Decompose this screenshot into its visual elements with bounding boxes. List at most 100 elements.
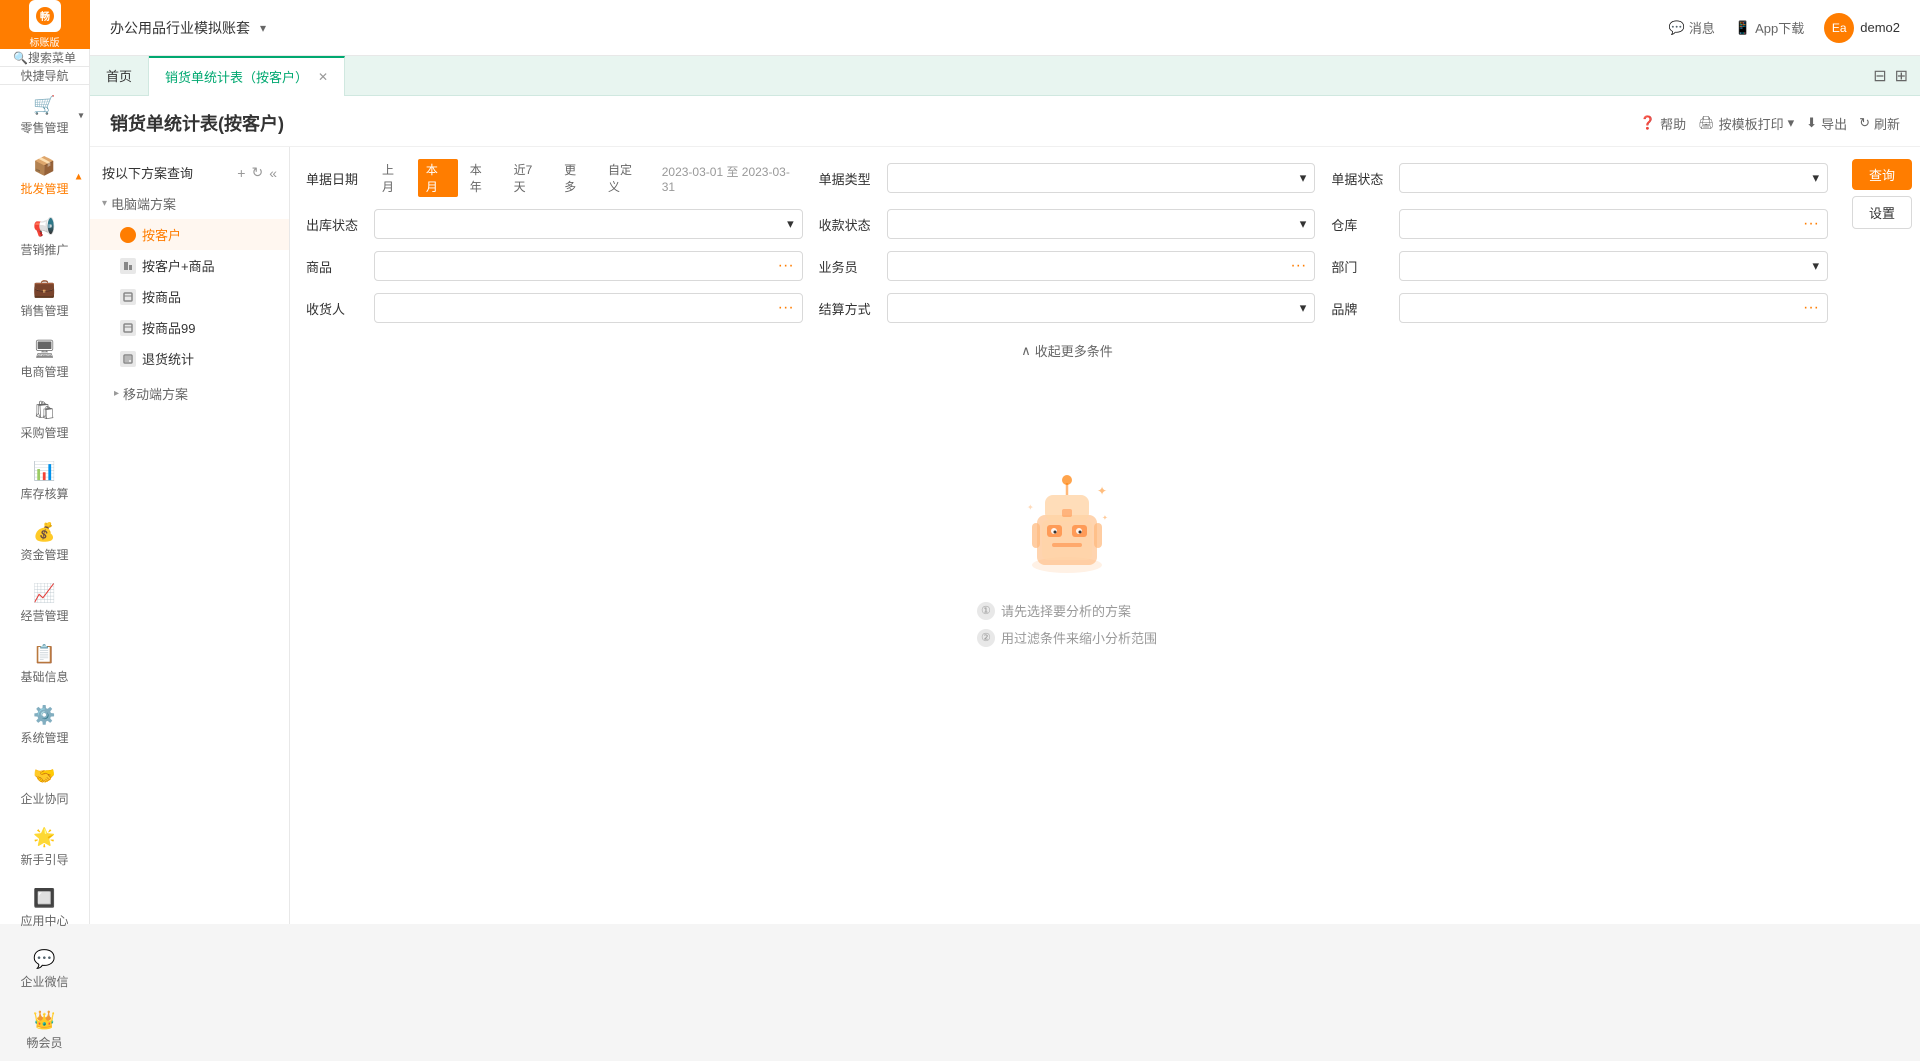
sidebar-item-sales[interactable]: 💼 销售管理 xyxy=(0,268,90,329)
filter-order-status: 单据状态 xyxy=(1331,163,1828,193)
filter-row-3: 商品 ··· 业务员 ··· xyxy=(306,251,1828,281)
sidebar-item-system[interactable]: ⚙️ 系统管理 xyxy=(0,695,90,756)
refresh-button[interactable]: ↻ 刷新 xyxy=(1859,114,1900,133)
sidebar-item-marketing[interactable]: 📢 营销推广 xyxy=(0,207,90,268)
scheme-group-desktop-header[interactable]: 电脑端方案 xyxy=(90,188,289,219)
date-tab-custom[interactable]: 自定义 xyxy=(600,159,652,197)
export-icon: ⬇ xyxy=(1806,115,1817,131)
scheme-group-mobile: 移动端方案 xyxy=(90,378,289,409)
scheme-refresh-icon[interactable]: ↻ xyxy=(251,164,263,181)
sales-icon: 💼 xyxy=(33,278,55,299)
sidebar-item-inventory[interactable]: 📊 库存核算 xyxy=(0,451,90,512)
scheme-item-return-stats[interactable]: 退货统计 xyxy=(90,343,289,374)
inventory-icon: 📊 xyxy=(33,461,55,482)
sidebar-item-ecommerce[interactable]: 🖥 电商管理 xyxy=(0,329,90,390)
tab-maximize-icon[interactable]: ⊞ xyxy=(1895,66,1908,86)
scheme-item-by-product[interactable]: 按商品 xyxy=(90,281,289,312)
receiver-select[interactable]: ··· xyxy=(374,293,803,323)
return-scheme-icon xyxy=(120,351,136,367)
sidebar-item-apps[interactable]: 🔲 应用中心 xyxy=(0,878,90,939)
header-app-download[interactable]: 📱 App下载 xyxy=(1735,18,1804,37)
out-status-select[interactable] xyxy=(374,209,803,239)
date-tab-7days[interactable]: 近7天 xyxy=(506,159,553,197)
header-title: 办公用品行业模拟账套 xyxy=(110,18,250,38)
filter-payment-status: 收款状态 xyxy=(819,209,1316,239)
tab-sales-stats[interactable]: 销货单统计表（按客户） ✕ xyxy=(149,56,345,96)
settlement-chevron xyxy=(1300,300,1307,316)
filter-salesperson: 业务员 ··· xyxy=(819,251,1316,281)
page-content: 销货单统计表(按客户) ❓ 帮助 🖨 按模板打印 ⬇ 导出 ↻ 刷新 xyxy=(90,96,1920,924)
collapse-bar[interactable]: ∧ 收起更多条件 xyxy=(306,335,1828,366)
export-button[interactable]: ⬇ 导出 xyxy=(1806,114,1847,133)
sidebar-item-purchase[interactable]: 🛍 采购管理 xyxy=(0,390,90,451)
date-tab-this-year[interactable]: 本年 xyxy=(462,159,502,197)
filter-order-type: 单据类型 xyxy=(819,163,1316,193)
template-print-button[interactable]: 🖨 按模板打印 xyxy=(1698,114,1794,133)
brand-dots[interactable]: ··· xyxy=(1803,299,1819,317)
retail-arrow xyxy=(78,110,83,121)
header-dropdown-arrow[interactable] xyxy=(260,21,266,35)
scheme-header: 按以下方案查询 + ↻ « xyxy=(90,157,289,188)
sidebar-item-retail[interactable]: 🛒 零售管理 xyxy=(0,85,90,146)
sidebar-item-basic[interactable]: 📋 基础信息 xyxy=(0,634,90,695)
scheme-group-desktop: 电脑端方案 按客户 按客户+商品 xyxy=(90,188,289,374)
content-body: 按以下方案查询 + ↻ « 电脑端方案 按客户 xyxy=(90,147,1920,924)
scheme-panel: 按以下方案查询 + ↻ « 电脑端方案 按客户 xyxy=(90,147,290,924)
scheme-group-mobile-header[interactable]: 移动端方案 xyxy=(90,378,289,409)
warehouse-select[interactable]: ··· xyxy=(1399,209,1828,239)
scheme-collapse-icon[interactable]: « xyxy=(269,165,277,181)
order-status-chevron xyxy=(1812,170,1819,186)
scheme-add-icon[interactable]: + xyxy=(237,165,245,181)
product99-scheme-icon xyxy=(120,320,136,336)
sidebar-search[interactable]: 🔍 搜索菜单 xyxy=(0,49,90,67)
warehouse-dots[interactable]: ··· xyxy=(1803,215,1819,233)
payment-status-select[interactable] xyxy=(887,209,1316,239)
logo-icon: 畅 xyxy=(29,0,61,32)
help-button[interactable]: ❓ 帮助 xyxy=(1640,114,1686,133)
brand-select[interactable]: ··· xyxy=(1399,293,1828,323)
settings-button[interactable]: 设置 xyxy=(1852,196,1912,229)
sidebar-item-wholesale[interactable]: 📦 批发管理 ▲ xyxy=(0,146,90,207)
date-tab-more[interactable]: 更多 xyxy=(556,159,596,197)
tab-minimize-icon[interactable]: ⊟ xyxy=(1873,66,1886,86)
tab-expand-area: ⊟ ⊞ xyxy=(1861,66,1920,86)
header-user[interactable]: Ea demo2 xyxy=(1824,13,1900,43)
department-select[interactable] xyxy=(1399,251,1828,281)
receiver-dots[interactable]: ··· xyxy=(778,299,794,317)
scheme-item-product-99[interactable]: 按商品99 xyxy=(90,312,289,343)
refresh-icon: ↻ xyxy=(1859,115,1870,131)
filter-out-status: 出库状态 xyxy=(306,209,803,239)
payment-status-chevron xyxy=(1300,216,1307,232)
page-title: 销货单统计表(按客户) xyxy=(110,110,284,136)
tab-close-button[interactable]: ✕ xyxy=(318,70,328,84)
help-icon: ❓ xyxy=(1640,115,1656,131)
sidebar-item-operations[interactable]: 📈 经营管理 xyxy=(0,573,90,634)
sidebar-item-member[interactable]: 👑 畅会员 xyxy=(0,1000,90,1061)
tab-home[interactable]: 首页 xyxy=(90,56,149,96)
settlement-select[interactable] xyxy=(887,293,1316,323)
order-status-select[interactable] xyxy=(1399,163,1828,193)
filter-product: 商品 ··· xyxy=(306,251,803,281)
salesperson-dots[interactable]: ··· xyxy=(1290,257,1306,275)
product-dots[interactable]: ··· xyxy=(778,257,794,275)
sidebar-item-wechat[interactable]: 💬 企业微信 xyxy=(0,939,90,1000)
date-tab-this-month[interactable]: 本月 xyxy=(418,159,458,197)
sidebar-nav-shortcut[interactable]: 快捷导航 xyxy=(0,67,90,85)
sidebar-item-enterprise[interactable]: 🤝 企业协同 xyxy=(0,756,90,817)
date-control: 上月 本月 本年 近7天 更多 自定义 2023-03-01 至 2023-03… xyxy=(374,159,803,197)
sidebar-item-finance[interactable]: 💰 资金管理 xyxy=(0,512,90,573)
member-icon: 👑 xyxy=(33,1010,55,1031)
logo-text: 标账版 xyxy=(30,34,60,49)
salesperson-select[interactable]: ··· xyxy=(887,251,1316,281)
query-button[interactable]: 查询 xyxy=(1852,159,1912,190)
customer-product-scheme-icon xyxy=(120,258,136,274)
wholesale-icon: 📦 xyxy=(33,156,55,177)
sidebar-item-newbie[interactable]: 🌟 新手引导 xyxy=(0,817,90,878)
order-type-select[interactable] xyxy=(887,163,1316,193)
scheme-item-customer-product[interactable]: 按客户+商品 xyxy=(90,250,289,281)
header-message[interactable]: 💬 消息 xyxy=(1669,18,1715,37)
date-tab-last-month[interactable]: 上月 xyxy=(374,159,414,197)
scheme-item-by-customer[interactable]: 按客户 xyxy=(90,219,289,250)
product-select[interactable]: ··· xyxy=(374,251,803,281)
print-icon: 🖨 xyxy=(1698,115,1715,131)
